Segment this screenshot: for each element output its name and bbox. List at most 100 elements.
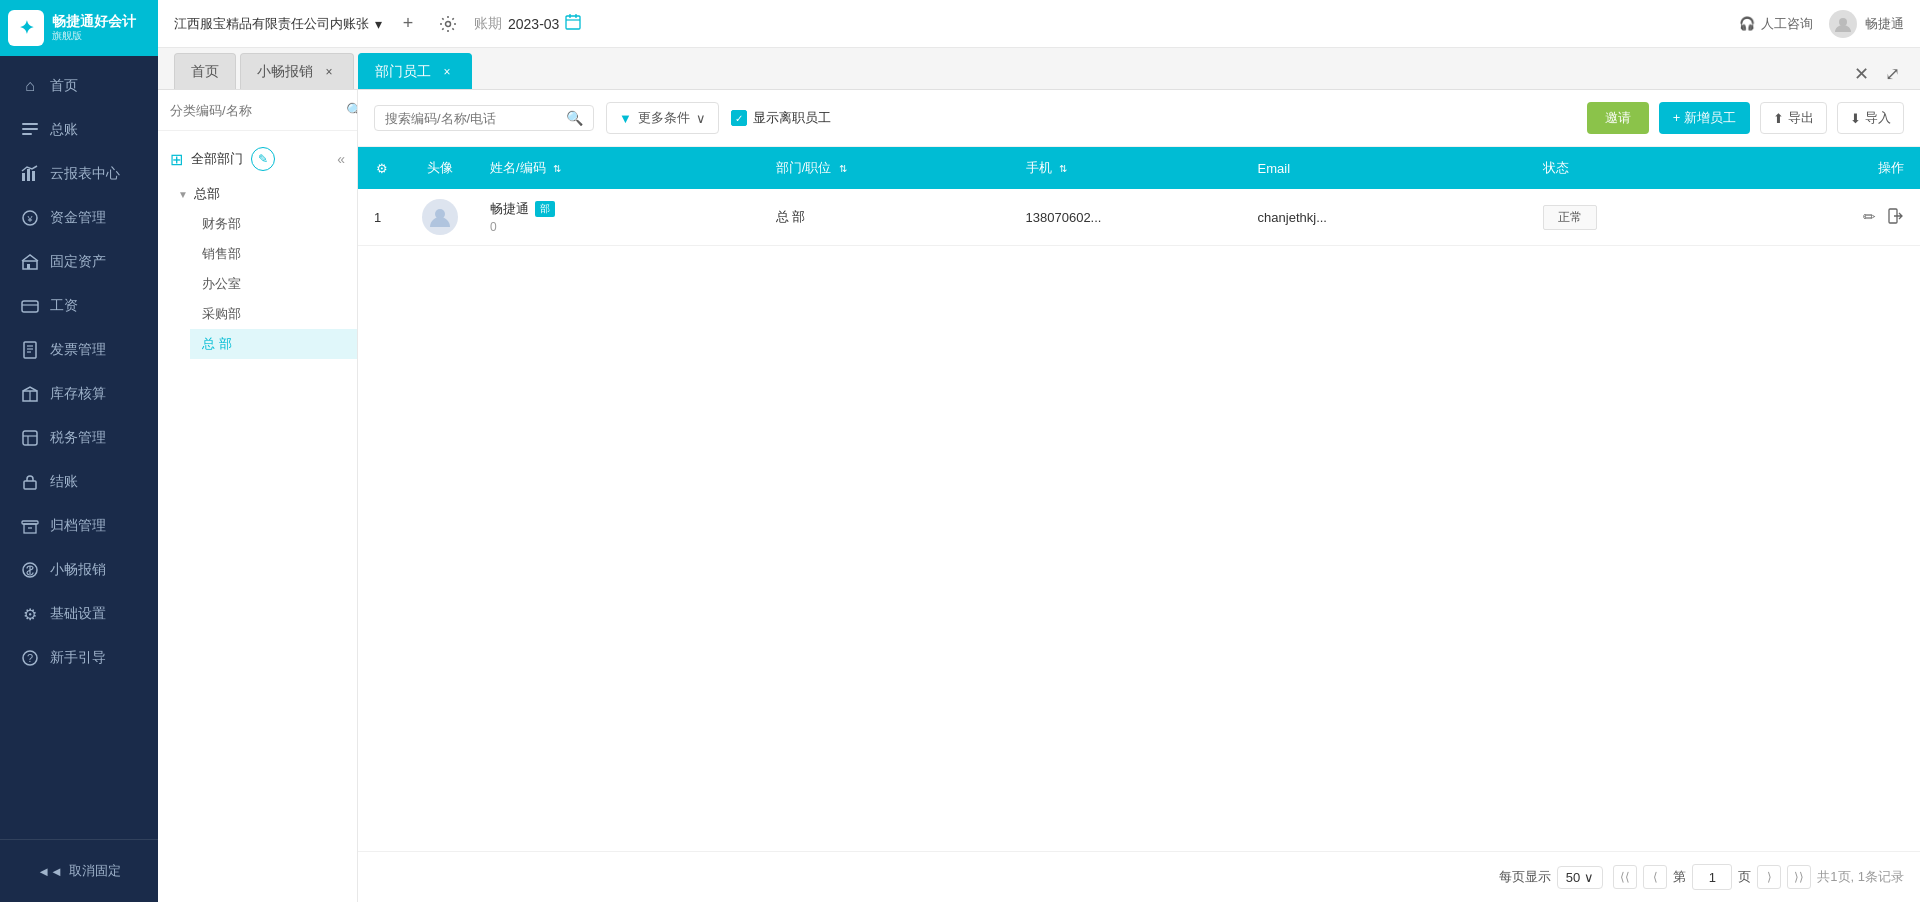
invite-button[interactable]: 邀请 bbox=[1587, 102, 1649, 134]
page-first-button[interactable]: ⟨⟨ bbox=[1613, 865, 1637, 889]
more-filter-button[interactable]: ▼ 更多条件 ∨ bbox=[606, 102, 719, 134]
dept-edit-button[interactable]: ✎ bbox=[251, 147, 275, 171]
company-selector[interactable]: 江西服宝精品有限责任公司内账张 ▾ bbox=[174, 15, 382, 33]
add-account-button[interactable]: + bbox=[394, 10, 422, 38]
page-input[interactable] bbox=[1692, 864, 1732, 890]
sidebar-item-label: 资金管理 bbox=[50, 209, 106, 227]
import-icon: ⬇ bbox=[1850, 111, 1861, 126]
add-employee-button[interactable]: + 新增员工 bbox=[1659, 102, 1750, 134]
tab-expand-button[interactable]: ⤢ bbox=[1881, 59, 1904, 89]
employee-search-input[interactable] bbox=[385, 111, 560, 126]
show-resigned-checkbox[interactable] bbox=[731, 110, 747, 126]
sidebar-item-settings[interactable]: ⚙ 基础设置 bbox=[0, 592, 158, 636]
sidebar-logo[interactable]: ✦ 畅捷通好会计 旗舰版 bbox=[0, 0, 158, 56]
table-row: 1 畅捷通 bbox=[358, 189, 1920, 246]
sidebar-item-reports[interactable]: 云报表中心 bbox=[0, 152, 158, 196]
sidebar-item-ledger[interactable]: 总账 bbox=[0, 108, 158, 152]
dept-search-input[interactable] bbox=[170, 103, 338, 118]
tab-department[interactable]: 部门员工 × bbox=[358, 53, 472, 89]
filter-chevron-icon: ∨ bbox=[696, 111, 706, 126]
main-content: 江西服宝精品有限责任公司内账张 ▾ + 账期 2023-03 🎧 人工咨询 畅捷… bbox=[158, 0, 1920, 902]
tab-home-label: 首页 bbox=[191, 63, 219, 81]
dept-child-office[interactable]: 办公室 bbox=[190, 269, 357, 299]
row-action-btns: ✏ bbox=[1757, 208, 1904, 227]
pagination: 每页显示 50 ∨ ⟨⟨ ⟨ 第 页 ⟩ ⟩⟩ 共1页, 1条记录 bbox=[358, 851, 1920, 902]
edit-button[interactable]: ✏ bbox=[1863, 208, 1876, 226]
calendar-icon[interactable] bbox=[565, 14, 581, 33]
export-label: 导出 bbox=[1788, 109, 1814, 127]
sidebar-item-closing[interactable]: 结账 bbox=[0, 460, 158, 504]
assets-icon bbox=[20, 252, 40, 272]
app-sub: 旗舰版 bbox=[52, 29, 136, 43]
show-resigned-toggle[interactable]: 显示离职员工 bbox=[731, 109, 831, 127]
sidebar-item-archive[interactable]: 归档管理 bbox=[0, 504, 158, 548]
tab-expense-close[interactable]: × bbox=[321, 64, 337, 80]
dept-parent-item[interactable]: ▼ 总部 bbox=[166, 179, 357, 209]
svg-rect-29 bbox=[566, 16, 580, 29]
page-label-before: 第 bbox=[1673, 868, 1686, 886]
top-header: 江西服宝精品有限责任公司内账张 ▾ + 账期 2023-03 🎧 人工咨询 畅捷… bbox=[158, 0, 1920, 48]
sidebar-item-tax[interactable]: 税务管理 bbox=[0, 416, 158, 460]
th-dept[interactable]: 部门/职位 ⇅ bbox=[760, 147, 1010, 189]
row-status: 正常 bbox=[1527, 189, 1741, 246]
header-settings-button[interactable] bbox=[434, 10, 462, 38]
dept-child-procurement[interactable]: 采购部 bbox=[190, 299, 357, 329]
svg-rect-0 bbox=[22, 123, 38, 125]
sidebar-item-expense[interactable]: 小畅报销 bbox=[0, 548, 158, 592]
user-name: 畅捷通 bbox=[1865, 15, 1904, 33]
tab-department-close[interactable]: × bbox=[439, 64, 455, 80]
page-size-chevron-icon: ∨ bbox=[1584, 870, 1594, 885]
row-name: 畅捷通 部 0 bbox=[474, 189, 760, 246]
row-email: chanjethkj... bbox=[1242, 189, 1528, 246]
sidebar-item-home[interactable]: ⌂ 首页 bbox=[0, 64, 158, 108]
svg-rect-2 bbox=[22, 133, 32, 135]
sidebar-item-label: 归档管理 bbox=[50, 517, 106, 535]
support-button[interactable]: 🎧 人工咨询 bbox=[1739, 15, 1813, 33]
tab-expense[interactable]: 小畅报销 × bbox=[240, 53, 354, 89]
tab-home[interactable]: 首页 bbox=[174, 53, 236, 89]
archive-icon bbox=[20, 516, 40, 536]
sidebar-item-assets[interactable]: 固定资产 bbox=[0, 240, 158, 284]
dept-child-headquarters[interactable]: 总 部 bbox=[190, 329, 357, 359]
funds-icon: ¥ bbox=[20, 208, 40, 228]
sidebar-item-label: 首页 bbox=[50, 77, 78, 95]
logout-button[interactable] bbox=[1888, 208, 1904, 227]
company-dropdown-icon: ▾ bbox=[375, 16, 382, 32]
th-phone[interactable]: 手机 ⇅ bbox=[1010, 147, 1242, 189]
dept-all-button[interactable]: ⊞ 全部部门 ✎ « bbox=[158, 139, 357, 179]
page-next-button[interactable]: ⟩ bbox=[1757, 865, 1781, 889]
row-index: 1 bbox=[358, 189, 406, 246]
sidebar-item-guide[interactable]: ? 新手引导 bbox=[0, 636, 158, 680]
export-button[interactable]: ⬆ 导出 bbox=[1760, 102, 1827, 134]
svg-text:?: ? bbox=[27, 652, 33, 664]
sidebar-item-funds[interactable]: ¥ 资金管理 bbox=[0, 196, 158, 240]
sidebar-footer: ◄◄ 取消固定 bbox=[0, 839, 158, 902]
import-button[interactable]: ⬇ 导入 bbox=[1837, 102, 1904, 134]
dept-collapse-button[interactable]: « bbox=[337, 151, 345, 167]
sidebar-item-invoice[interactable]: 发票管理 bbox=[0, 328, 158, 372]
page-prev-button[interactable]: ⟨ bbox=[1643, 865, 1667, 889]
dept-child-sales[interactable]: 销售部 bbox=[190, 239, 357, 269]
period-label: 账期 bbox=[474, 15, 502, 33]
closing-icon bbox=[20, 472, 40, 492]
page-last-button[interactable]: ⟩⟩ bbox=[1787, 865, 1811, 889]
sidebar-item-label: 税务管理 bbox=[50, 429, 106, 447]
sidebar-item-label: 云报表中心 bbox=[50, 165, 120, 183]
cancel-pin-button[interactable]: ◄◄ 取消固定 bbox=[0, 852, 158, 890]
sidebar-item-salary[interactable]: 工资 bbox=[0, 284, 158, 328]
filter-label: 更多条件 bbox=[638, 109, 690, 127]
dept-search-icon[interactable]: 🔍 bbox=[346, 102, 358, 118]
sidebar-item-label: 工资 bbox=[50, 297, 78, 315]
salary-icon bbox=[20, 296, 40, 316]
th-settings[interactable]: ⚙ bbox=[358, 147, 406, 189]
employee-search-box: 🔍 bbox=[374, 105, 594, 131]
user-menu[interactable]: 畅捷通 bbox=[1829, 10, 1904, 38]
page-nav: ⟨⟨ ⟨ 第 页 ⟩ ⟩⟩ 共1页, 1条记录 bbox=[1613, 864, 1904, 890]
sidebar-item-inventory[interactable]: 库存核算 bbox=[0, 372, 158, 416]
th-name[interactable]: 姓名/编码 ⇅ bbox=[474, 147, 760, 189]
row-phone: 138070602... bbox=[1010, 189, 1242, 246]
tab-close-all-button[interactable]: ✕ bbox=[1850, 59, 1873, 89]
dept-child-finance[interactable]: 财务部 bbox=[190, 209, 357, 239]
employee-search-icon[interactable]: 🔍 bbox=[566, 110, 583, 126]
page-size-dropdown[interactable]: 50 ∨ bbox=[1557, 866, 1603, 889]
